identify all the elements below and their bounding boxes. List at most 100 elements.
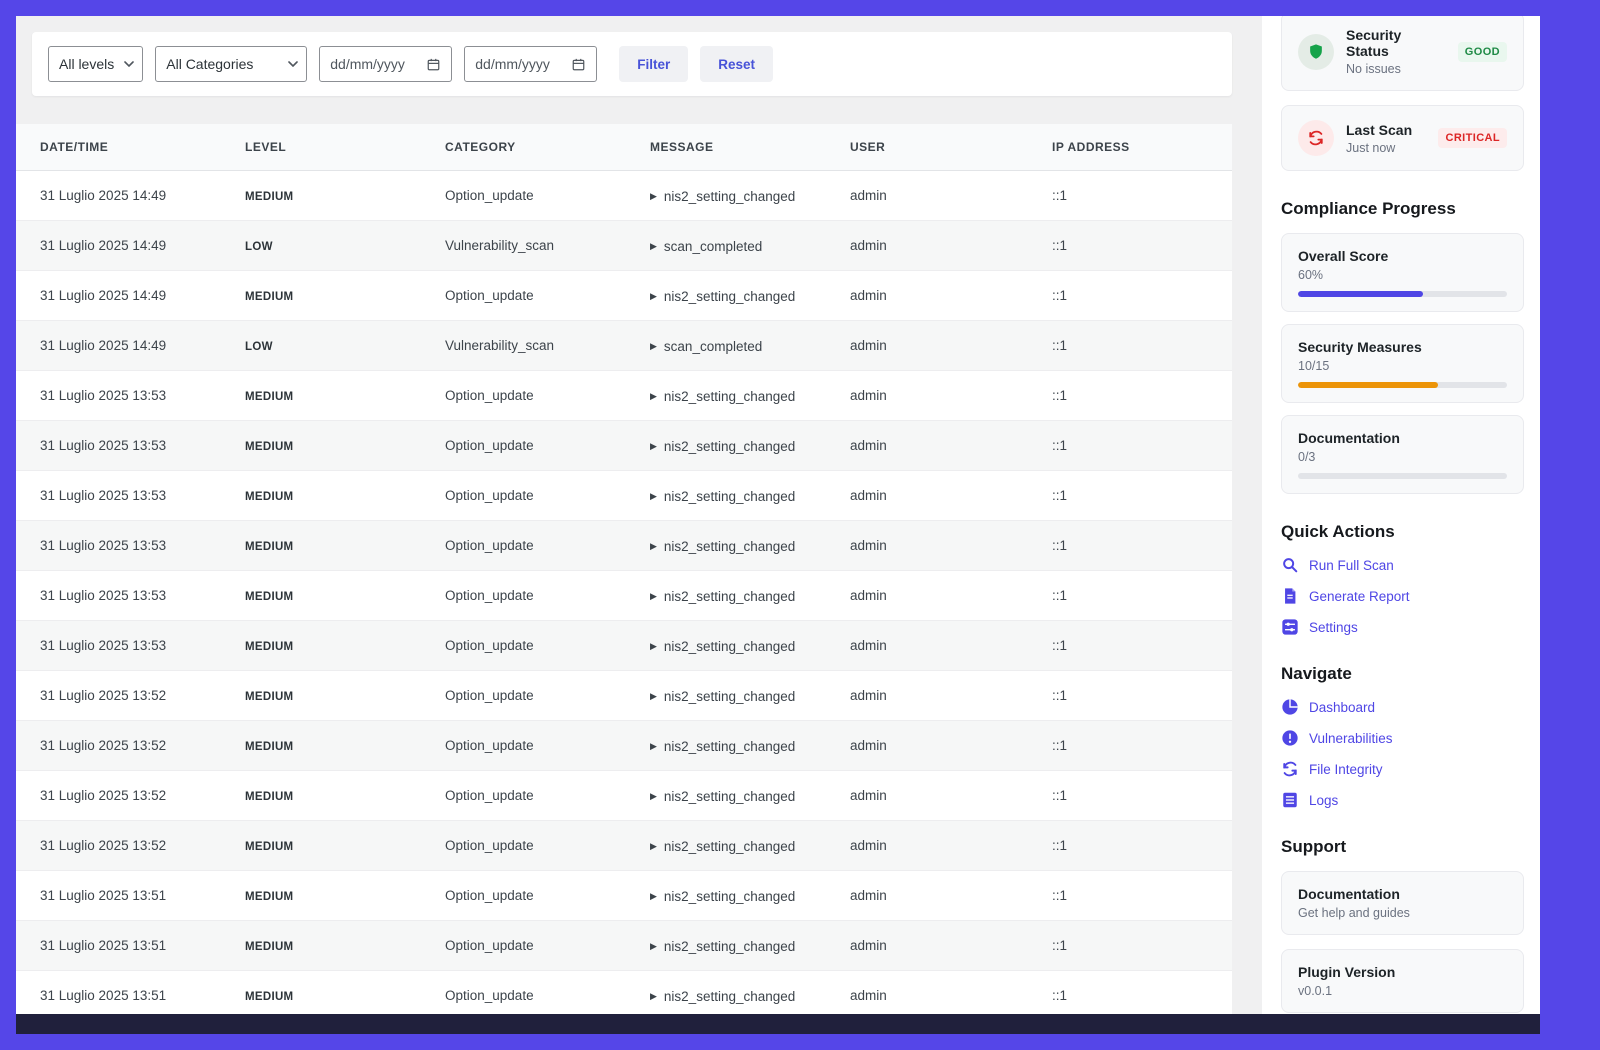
log-user: admin: [826, 221, 1028, 271]
filter-button[interactable]: Filter: [619, 46, 688, 82]
support-documentation-card[interactable]: Documentation Get help and guides: [1281, 871, 1524, 935]
log-ip: ::1: [1028, 821, 1232, 871]
date-to-input[interactable]: dd/mm/yyyy: [464, 46, 597, 82]
log-message-toggle[interactable]: ▶ nis2_setting_changed: [650, 289, 795, 304]
log-datetime: 31 Luglio 2025 14:49: [16, 271, 221, 321]
log-user: admin: [826, 421, 1028, 471]
log-message-toggle[interactable]: ▶ nis2_setting_changed: [650, 939, 795, 954]
log-category: Option_update: [421, 871, 626, 921]
log-message: nis2_setting_changed: [664, 989, 795, 1004]
security-status-subtitle: No issues: [1346, 62, 1446, 76]
log-message-toggle[interactable]: ▶ nis2_setting_changed: [650, 439, 795, 454]
column-header-user: USER: [826, 124, 1028, 171]
nav-link-label: Logs: [1309, 793, 1338, 808]
quick-action-label: Settings: [1309, 620, 1358, 635]
log-user: admin: [826, 471, 1028, 521]
log-user: admin: [826, 721, 1028, 771]
security-status-card: Security Status No issues GOOD: [1281, 16, 1524, 91]
column-header-level: LEVEL: [221, 124, 421, 171]
report-icon: [1281, 587, 1299, 605]
log-datetime: 31 Luglio 2025 13:52: [16, 771, 221, 821]
log-category: Option_update: [421, 271, 626, 321]
support-documentation-subtitle: Get help and guides: [1298, 906, 1507, 920]
log-message-toggle[interactable]: ▶ nis2_setting_changed: [650, 189, 795, 204]
quick-action-generate-report[interactable]: Generate Report: [1281, 587, 1524, 605]
log-message-toggle[interactable]: ▶ scan_completed: [650, 239, 762, 254]
log-level: MEDIUM: [245, 541, 293, 553]
support-documentation-title: Documentation: [1298, 886, 1507, 902]
log-message-toggle[interactable]: ▶ nis2_setting_changed: [650, 639, 795, 654]
log-message-toggle[interactable]: ▶ nis2_setting_changed: [650, 539, 795, 554]
progress-value: 0/3: [1298, 450, 1507, 464]
nav-link-file-integrity[interactable]: File Integrity: [1281, 760, 1524, 778]
chevron-down-icon: [288, 61, 298, 67]
nav-link-label: File Integrity: [1309, 762, 1383, 777]
table-row: 31 Luglio 2025 13:53 MEDIUM Option_updat…: [16, 621, 1232, 671]
plugin-version-title: Plugin Version: [1298, 964, 1507, 980]
quick-action-run-full-scan[interactable]: Run Full Scan: [1281, 556, 1524, 574]
log-datetime: 31 Luglio 2025 13:53: [16, 371, 221, 421]
log-datetime: 31 Luglio 2025 13:53: [16, 421, 221, 471]
table-row: 31 Luglio 2025 13:52 MEDIUM Option_updat…: [16, 771, 1232, 821]
log-level: MEDIUM: [245, 891, 293, 903]
log-message-toggle[interactable]: ▶ nis2_setting_changed: [650, 889, 795, 904]
log-user: admin: [826, 671, 1028, 721]
log-category: Option_update: [421, 171, 626, 221]
expand-triangle-icon: ▶: [650, 392, 657, 401]
expand-triangle-icon: ▶: [650, 492, 657, 501]
log-ip: ::1: [1028, 771, 1232, 821]
log-level: MEDIUM: [245, 941, 293, 953]
level-filter-select[interactable]: All levels: [48, 46, 143, 82]
table-row: 31 Luglio 2025 13:53 MEDIUM Option_updat…: [16, 371, 1232, 421]
quick-action-label: Generate Report: [1309, 589, 1410, 604]
log-message: nis2_setting_changed: [664, 739, 795, 754]
nav-link-vulnerabilities[interactable]: Vulnerabilities: [1281, 729, 1524, 747]
log-message: nis2_setting_changed: [664, 589, 795, 604]
column-header-category: CATEGORY: [421, 124, 626, 171]
progress-title: Documentation: [1298, 430, 1507, 446]
log-message: nis2_setting_changed: [664, 289, 795, 304]
log-category: Option_update: [421, 771, 626, 821]
plugin-version-value: v0.0.1: [1298, 984, 1507, 998]
expand-triangle-icon: ▶: [650, 842, 657, 851]
quick-action-settings[interactable]: Settings: [1281, 618, 1524, 636]
log-message: nis2_setting_changed: [664, 189, 795, 204]
log-message-toggle[interactable]: ▶ scan_completed: [650, 339, 762, 354]
log-datetime: 31 Luglio 2025 13:53: [16, 621, 221, 671]
log-level: MEDIUM: [245, 641, 293, 653]
log-user: admin: [826, 971, 1028, 1015]
log-category: Option_update: [421, 721, 626, 771]
nav-link-label: Vulnerabilities: [1309, 731, 1393, 746]
table-row: 31 Luglio 2025 13:52 MEDIUM Option_updat…: [16, 821, 1232, 871]
log-message-toggle[interactable]: ▶ nis2_setting_changed: [650, 689, 795, 704]
logs-main-panel: All levels All Categories dd/mm/yyyy: [16, 16, 1262, 1014]
log-ip: ::1: [1028, 321, 1232, 371]
log-message: nis2_setting_changed: [664, 789, 795, 804]
date-from-input[interactable]: dd/mm/yyyy: [319, 46, 452, 82]
category-filter-value: All Categories: [166, 56, 253, 72]
refresh-icon: [1298, 120, 1334, 156]
security-status-title: Security Status: [1346, 27, 1446, 59]
last-scan-title: Last Scan: [1346, 122, 1426, 138]
log-level: MEDIUM: [245, 691, 293, 703]
log-message-toggle[interactable]: ▶ nis2_setting_changed: [650, 589, 795, 604]
log-message-toggle[interactable]: ▶ nis2_setting_changed: [650, 989, 795, 1004]
security-status-badge: GOOD: [1458, 42, 1507, 62]
nav-link-logs[interactable]: Logs: [1281, 791, 1524, 809]
expand-triangle-icon: ▶: [650, 742, 657, 751]
log-message-toggle[interactable]: ▶ nis2_setting_changed: [650, 389, 795, 404]
log-level: MEDIUM: [245, 591, 293, 603]
log-level: MEDIUM: [245, 291, 293, 303]
category-filter-select[interactable]: All Categories: [155, 46, 307, 82]
log-message-toggle[interactable]: ▶ nis2_setting_changed: [650, 839, 795, 854]
log-message-toggle[interactable]: ▶ nis2_setting_changed: [650, 489, 795, 504]
nav-link-dashboard[interactable]: Dashboard: [1281, 698, 1524, 716]
expand-triangle-icon: ▶: [650, 292, 657, 301]
expand-triangle-icon: ▶: [650, 342, 657, 351]
log-user: admin: [826, 621, 1028, 671]
log-message-toggle[interactable]: ▶ nis2_setting_changed: [650, 789, 795, 804]
reset-button[interactable]: Reset: [700, 46, 773, 82]
plugin-version-card: Plugin Version v0.0.1: [1281, 949, 1524, 1013]
log-message-toggle[interactable]: ▶ nis2_setting_changed: [650, 739, 795, 754]
log-ip: ::1: [1028, 721, 1232, 771]
